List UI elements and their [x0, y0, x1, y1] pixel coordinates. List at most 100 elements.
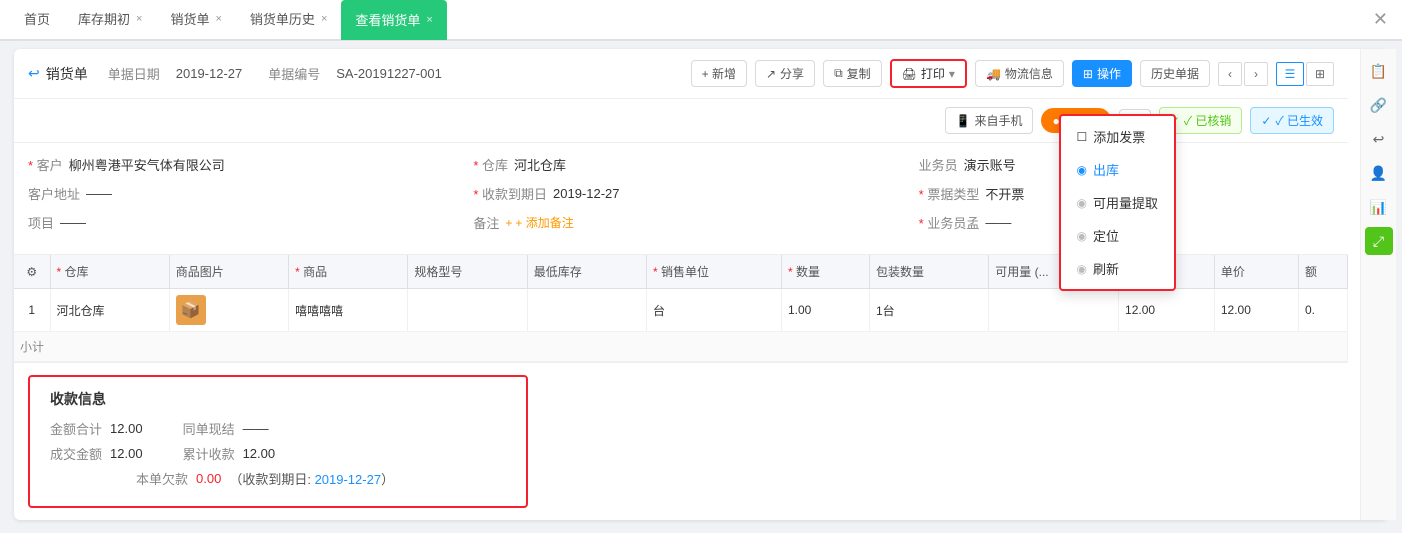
col-quantity: 数量	[781, 255, 869, 289]
notes-field: 备注 + + 添加备注	[473, 213, 888, 232]
customer-label: 客户	[28, 155, 63, 174]
effective-button[interactable]: ✓ ✓ 已生效	[1250, 107, 1334, 134]
row-product-img: 📦	[169, 289, 288, 332]
salesperson-label: 业务员	[919, 155, 958, 174]
new-button[interactable]: + 新增	[691, 60, 747, 87]
locate-icon: ◉	[1077, 229, 1087, 243]
payment-date-field: 收款到期日 2019-12-27	[473, 184, 888, 203]
address-label: 客户地址	[28, 184, 80, 203]
plus-icon: +	[505, 216, 512, 230]
transaction-label: 成交金额	[50, 444, 102, 463]
product-image: 📦	[176, 295, 206, 325]
print-button[interactable]: 🖨 打印 ▾	[890, 59, 967, 88]
row-unit-price: 12.00	[1214, 289, 1298, 332]
available-qty-icon: ◉	[1077, 196, 1087, 210]
tab-inventory-init[interactable]: 库存期初 ×	[64, 0, 156, 40]
copy-button[interactable]: ⧉ 复制	[823, 60, 882, 87]
add-invoice-item[interactable]: ☐ 添加发票	[1061, 120, 1175, 153]
close-tab-history[interactable]: ×	[321, 13, 327, 25]
col-sales-unit: 销售单位	[646, 255, 781, 289]
grid-icon: ⊞	[1083, 67, 1093, 81]
transaction-value: 12.00	[110, 446, 143, 461]
same-order-item: 同单现结 ——	[183, 419, 269, 438]
prev-arrow[interactable]: ‹	[1218, 62, 1242, 86]
list-view-button[interactable]: ☰	[1276, 62, 1304, 86]
cumulative-value: 12.00	[243, 446, 276, 461]
col-amount: 额	[1298, 255, 1347, 289]
tab-sales-order[interactable]: 销货单 ×	[156, 0, 235, 40]
tab-bar: 首页 库存期初 × 销货单 × 销货单历史 × 查看销货单 × ✕	[0, 0, 1402, 40]
window-close-button[interactable]: ✕	[1373, 9, 1388, 30]
sidebar-chart-button[interactable]: 📊	[1365, 193, 1393, 221]
overdue-item: 本单欠款 0.00 （收款到期日: 2019-12-27）	[50, 469, 394, 488]
address-field: 客户地址 ——	[28, 184, 443, 203]
col-settings[interactable]: ⚙	[14, 255, 50, 289]
close-tab-sales[interactable]: ×	[215, 13, 221, 25]
sidebar-link-button[interactable]: 🔗	[1365, 91, 1393, 119]
grid-view-button[interactable]: ⊞	[1306, 62, 1334, 86]
tab-sales-history[interactable]: 销货单历史 ×	[236, 0, 341, 40]
row-current-stock: 12.00	[1119, 289, 1215, 332]
share-button[interactable]: ↗ 分享	[755, 60, 815, 87]
col-product-img: 商品图片	[169, 255, 288, 289]
subtotal-row: 小计	[14, 332, 1348, 362]
same-order-value: ——	[243, 421, 269, 436]
close-tab-inventory[interactable]: ×	[136, 13, 142, 25]
customer-field: 客户 柳州粤港平安气体有限公司	[28, 155, 443, 174]
mobile-icon: 📱	[956, 114, 971, 128]
available-qty-item[interactable]: ◉ 可用量提取	[1061, 186, 1175, 219]
logistics-button[interactable]: 🚚 物流信息	[975, 60, 1064, 87]
history-button[interactable]: 历史单据	[1140, 60, 1210, 87]
row-sales-unit: 台	[646, 289, 781, 332]
from-mobile-button[interactable]: 📱 来自手机	[945, 107, 1034, 134]
row-warehouse: 河北仓库	[50, 289, 169, 332]
payment-date-label: 收款到期日	[473, 184, 547, 203]
close-tab-view-sales[interactable]: ×	[426, 14, 432, 26]
effective-icon: ✓	[1261, 114, 1271, 128]
sidebar-expand-button[interactable]: ⤢	[1365, 227, 1393, 255]
cumulative-label: 累计收款	[183, 444, 235, 463]
sidebar-user-button[interactable]: 👤	[1365, 159, 1393, 187]
tab-view-sales[interactable]: 查看销货单 ×	[341, 0, 446, 40]
invoice-icon: ☐	[1077, 130, 1088, 144]
add-notes-button[interactable]: + + 添加备注	[505, 214, 573, 231]
number-value: SA-20191227-001	[336, 66, 442, 81]
refresh-item[interactable]: ◉ 刷新	[1061, 252, 1175, 285]
operation-button[interactable]: ⊞ 操作	[1072, 60, 1132, 87]
subtotal-label: 小计	[14, 332, 1348, 362]
operation-dropdown: ☐ 添加发票 ◉ 出库 ◉ 可用量提取 ◉ 定位 ◉ 刷新	[1059, 114, 1177, 291]
ticket-type-label: 票据类型	[919, 184, 980, 203]
payment-info-title: 收款信息	[50, 389, 506, 409]
customer-value: 柳州粤港平安气体有限公司	[69, 155, 225, 174]
warehouse-label: 仓库	[473, 155, 508, 174]
nav-pager: ‹ ›	[1218, 62, 1268, 86]
row-product: 嘻嘻嘻嘻	[289, 289, 408, 332]
date-value: 2019-12-27	[176, 66, 243, 81]
tab-home[interactable]: 首页	[10, 0, 64, 40]
date-label: 单据日期	[108, 64, 160, 83]
transaction-item: 成交金额 12.00	[50, 444, 143, 463]
sidebar-doc-button[interactable]: 📋	[1365, 57, 1393, 85]
refresh-icon: ◉	[1077, 262, 1087, 276]
next-arrow[interactable]: ›	[1244, 62, 1268, 86]
locate-item[interactable]: ◉ 定位	[1061, 219, 1175, 252]
doc-meta: 单据日期 2019-12-27 单据编号 SA-20191227-001	[108, 64, 442, 83]
project-field: 项目 ——	[28, 213, 443, 232]
sidebar-back-button[interactable]: ↩	[1365, 125, 1393, 153]
overdue-label: 本单欠款	[136, 469, 188, 488]
project-label: 项目	[28, 213, 54, 232]
outbound-item[interactable]: ◉ 出库	[1061, 153, 1175, 186]
row-available	[989, 289, 1119, 332]
row-amount: 0.	[1298, 289, 1347, 332]
table-row: 1 河北仓库 📦 嘻嘻嘻嘻 台 1.00 1台 12.00 12.00	[14, 289, 1348, 332]
col-product: 商品	[289, 255, 408, 289]
col-spec: 规格型号	[408, 255, 527, 289]
col-pack-qty: 包装数量	[870, 255, 989, 289]
toolbar: + 新增 ↗ 分享 ⧉ 复制 🖨 打印 ▾ 🚚 物流信息	[691, 59, 1334, 88]
salesperson-value: 演示账号	[964, 155, 1016, 174]
payment-row-2: 成交金额 12.00 累计收款 12.00	[50, 444, 506, 463]
share-icon: ↗	[766, 67, 776, 81]
warehouse-value: 河北仓库	[514, 155, 566, 174]
payment-row-1: 金额合计 12.00 同单现结 ——	[50, 419, 506, 438]
ticket-type-value: 不开票	[985, 184, 1024, 203]
